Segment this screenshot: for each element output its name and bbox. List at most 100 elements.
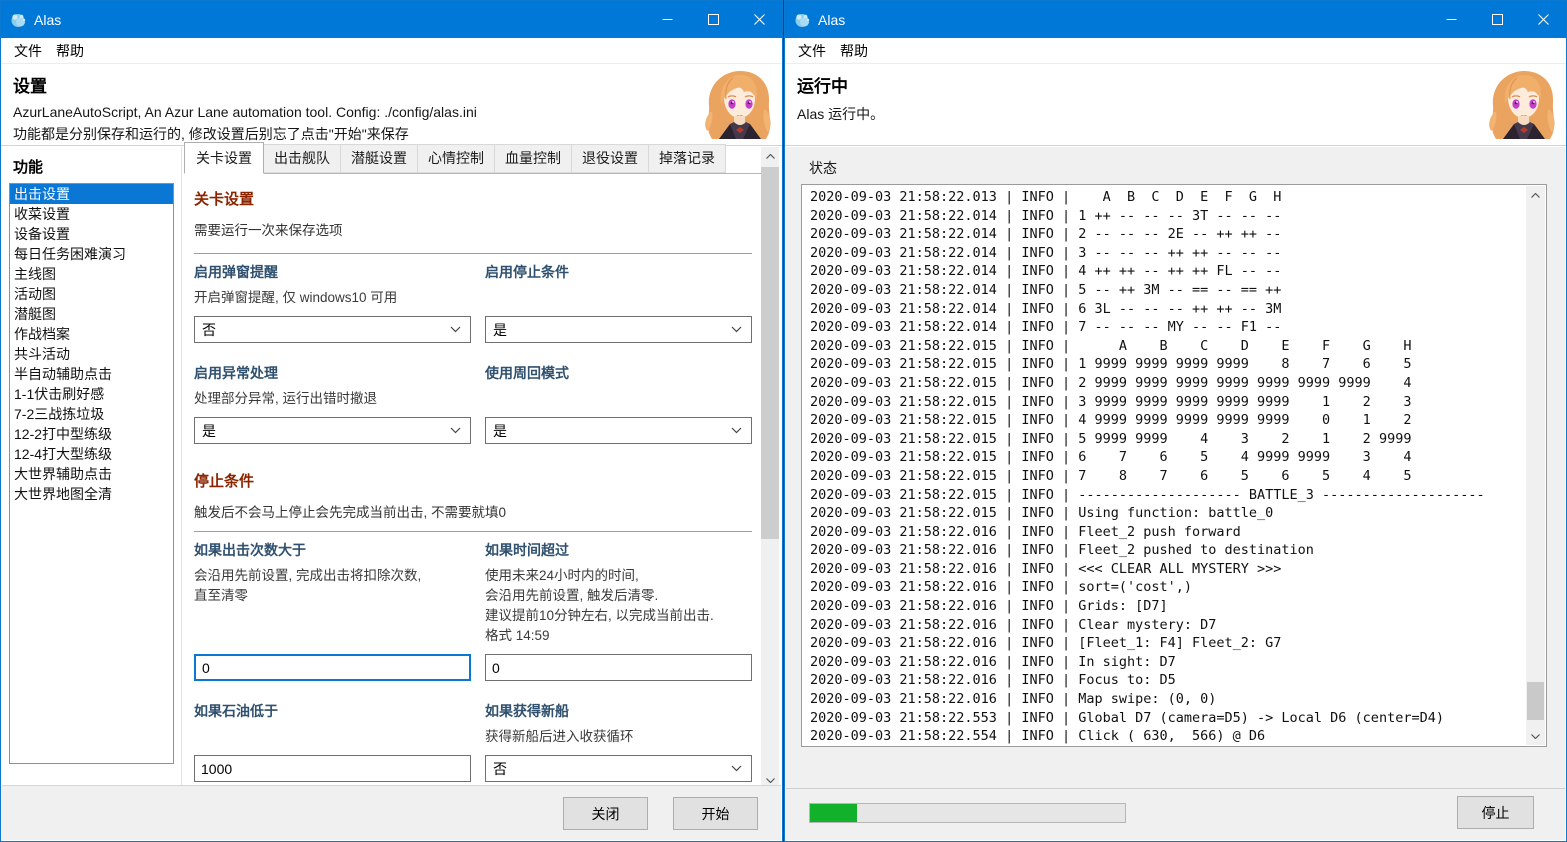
field-popup-alert: 启用弹窗提醒 开启弹窗提醒, 仅 windows10 可用 否 (194, 262, 471, 343)
field-error-handling: 启用异常处理 处理部分异常, 运行出错时撤退 是 (194, 363, 471, 444)
content-scrollbar[interactable] (761, 147, 779, 789)
field-time-limit: 如果时间超过 使用未来24小时内的时间, 会沿用先前设置, 触发后清零. 建议提… (485, 540, 752, 681)
field-label: 如果获得新船 (485, 701, 752, 721)
log-line: 2020-09-03 21:58:22.014 | INFO | 4 ++ ++… (810, 262, 1524, 281)
log-line: 2020-09-03 21:58:22.016 | INFO | [Fleet_… (810, 634, 1524, 653)
time-limit-input[interactable] (485, 654, 752, 681)
log-line: 2020-09-03 21:58:22.553 | INFO | Global … (810, 709, 1524, 728)
stop-condition-select[interactable]: 是 (485, 316, 752, 343)
field-label: 使用周回模式 (485, 363, 752, 383)
log-box: 2020-09-03 21:58:22.013 | INFO | A B C D… (801, 184, 1547, 747)
log-line: 2020-09-03 21:58:22.015 | INFO | A B C D… (810, 337, 1524, 356)
log-line: 2020-09-03 21:58:22.554 | INFO | Click (… (810, 727, 1524, 744)
log-line: 2020-09-03 21:58:22.015 | INFO | -------… (810, 486, 1524, 505)
log-line: 2020-09-03 21:58:22.015 | INFO | 1 9999 … (810, 355, 1524, 374)
scrollbar-thumb[interactable] (761, 167, 779, 539)
sidebar-item[interactable]: 潜艇图 (10, 304, 173, 324)
log-line: 2020-09-03 21:58:22.016 | INFO | Map swi… (810, 690, 1524, 709)
sidebar-item[interactable]: 共斗活动 (10, 344, 173, 364)
menu-file[interactable]: 文件 (791, 39, 833, 63)
status-label: 状态 (809, 158, 837, 178)
sidebar-item[interactable]: 半自动辅助点击 (10, 364, 173, 384)
scroll-up-button[interactable] (1526, 186, 1545, 204)
scrollbar-thumb[interactable] (1527, 682, 1544, 720)
titlebar: Alas (1, 1, 782, 38)
selected-value: 否 (493, 759, 507, 779)
minimize-button[interactable] (1428, 1, 1474, 38)
close-button[interactable] (1520, 1, 1566, 38)
app-icon (794, 12, 810, 28)
settings-window: Alas 文件 帮助 设置 AzurLaneAutoScript, An Azu… (0, 0, 783, 842)
menu-help[interactable]: 帮助 (833, 39, 875, 63)
chevron-down-icon (731, 427, 742, 434)
close-button[interactable] (736, 1, 782, 38)
sidebar-item[interactable]: 12-2打中型练级 (10, 424, 173, 444)
error-handling-select[interactable]: 是 (194, 417, 471, 444)
titlebar: Alas (785, 1, 1566, 38)
field-help: 处理部分异常, 运行出错时撤退 (194, 389, 471, 409)
stop-button[interactable]: 停止 (1457, 796, 1534, 829)
runner-body: 状态 2020-09-03 21:58:22.013 | INFO | A B … (786, 147, 1565, 840)
log-line: 2020-09-03 21:58:22.013 | INFO | A B C D… (810, 188, 1524, 207)
avatar (1484, 66, 1560, 139)
maximize-button[interactable] (1474, 1, 1520, 38)
tab-item[interactable]: 掉落记录 (649, 144, 726, 173)
log-line: 2020-09-03 21:58:22.016 | INFO | Fleet_2… (810, 523, 1524, 542)
field-label: 如果时间超过 (485, 540, 752, 560)
tab-page-stage-settings: 关卡设置 需要运行一次来保存选项 启用弹窗提醒 开启弹窗提醒, 仅 window… (184, 173, 764, 785)
sidebar-item[interactable]: 每日任务困难演习 (10, 244, 173, 264)
selected-value: 是 (493, 320, 507, 340)
sidebar-item[interactable]: 设备设置 (10, 224, 173, 244)
log-scrollbar[interactable] (1526, 186, 1545, 745)
tab-item[interactable]: 出击舰队 (264, 144, 341, 173)
tab-item[interactable]: 退役设置 (572, 144, 649, 173)
window-title: Alas (34, 12, 61, 28)
tab-item[interactable]: 潜艇设置 (341, 144, 418, 173)
maximize-button[interactable] (690, 1, 736, 38)
runner-footer: 停止 (786, 788, 1565, 840)
sidebar-item[interactable]: 7-2三战拣垃圾 (10, 404, 173, 424)
log-line: 2020-09-03 21:58:22.016 | INFO | Focus t… (810, 671, 1524, 690)
sidebar-item[interactable]: 1-1伏击刷好感 (10, 384, 173, 404)
app-icon (10, 12, 26, 28)
menu-file[interactable]: 文件 (7, 39, 49, 63)
sidebar-item[interactable]: 作战档案 (10, 324, 173, 344)
page-header: 运行中 Alas 运行中。 (785, 64, 1566, 146)
menu-help[interactable]: 帮助 (49, 39, 91, 63)
log-line: 2020-09-03 21:58:22.015 | INFO | 2 9999 … (810, 374, 1524, 393)
sidebar-item[interactable]: 大世界地图全清 (10, 484, 173, 504)
page-title: 运行中 (797, 72, 1554, 97)
sidebar-item[interactable]: 12-4打大型练级 (10, 444, 173, 464)
selected-value: 是 (493, 421, 507, 441)
count-limit-input[interactable] (194, 654, 471, 681)
close-app-button[interactable]: 关闭 (563, 797, 648, 830)
log-line: 2020-09-03 21:58:22.015 | INFO | 5 9999 … (810, 430, 1524, 449)
section-desc-stage: 需要运行一次来保存选项 (194, 219, 752, 239)
field-help: 使用未来24小时内的时间, 会沿用先前设置, 触发后清零. 建议提前10分钟左右… (485, 566, 752, 646)
sidebar-item[interactable]: 主线图 (10, 264, 173, 284)
field-oil-limit: 如果石油低于 (194, 701, 471, 782)
sidebar-item[interactable]: 活动图 (10, 284, 173, 304)
log-line: 2020-09-03 21:58:22.014 | INFO | 6 3L --… (810, 300, 1524, 319)
minimize-button[interactable] (644, 1, 690, 38)
log-line: 2020-09-03 21:58:22.015 | INFO | Using f… (810, 504, 1524, 523)
avatar (700, 66, 776, 139)
tab-item[interactable]: 关卡设置 (184, 142, 264, 174)
scroll-down-button[interactable] (1526, 727, 1545, 745)
sidebar-item[interactable]: 收菜设置 (10, 204, 173, 224)
popup-alert-select[interactable]: 否 (194, 316, 471, 343)
loop-mode-select[interactable]: 是 (485, 417, 752, 444)
log-line: 2020-09-03 21:58:22.016 | INFO | Grids: … (810, 597, 1524, 616)
oil-limit-input[interactable] (194, 755, 471, 782)
tab-item[interactable]: 心情控制 (418, 144, 495, 173)
chevron-down-icon (731, 326, 742, 333)
section-title-stage: 关卡设置 (194, 188, 752, 209)
tab-item[interactable]: 血量控制 (495, 144, 572, 173)
page-header: 设置 AzurLaneAutoScript, An Azur Lane auto… (1, 64, 782, 146)
log-line: 2020-09-03 21:58:22.016 | INFO | <<< CLE… (810, 560, 1524, 579)
section-desc-stop: 触发后不会马上停止会先完成当前出击, 不需要就填0 (194, 501, 752, 521)
sidebar-item[interactable]: 出击设置 (10, 184, 173, 204)
sidebar-item[interactable]: 大世界辅助点击 (10, 464, 173, 484)
new-ship-select[interactable]: 否 (485, 755, 752, 782)
start-button[interactable]: 开始 (673, 797, 758, 830)
